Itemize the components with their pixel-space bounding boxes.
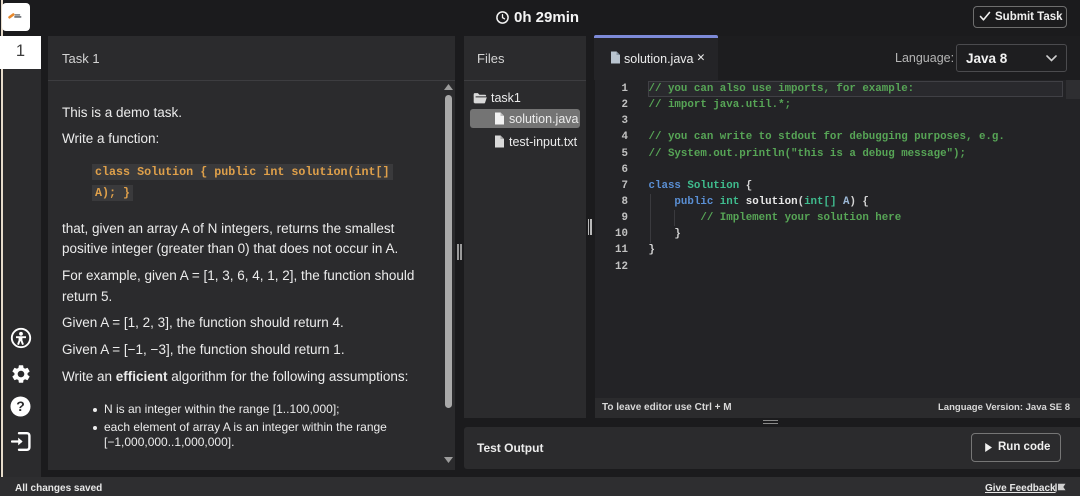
svg-text:?: ? xyxy=(16,398,25,414)
